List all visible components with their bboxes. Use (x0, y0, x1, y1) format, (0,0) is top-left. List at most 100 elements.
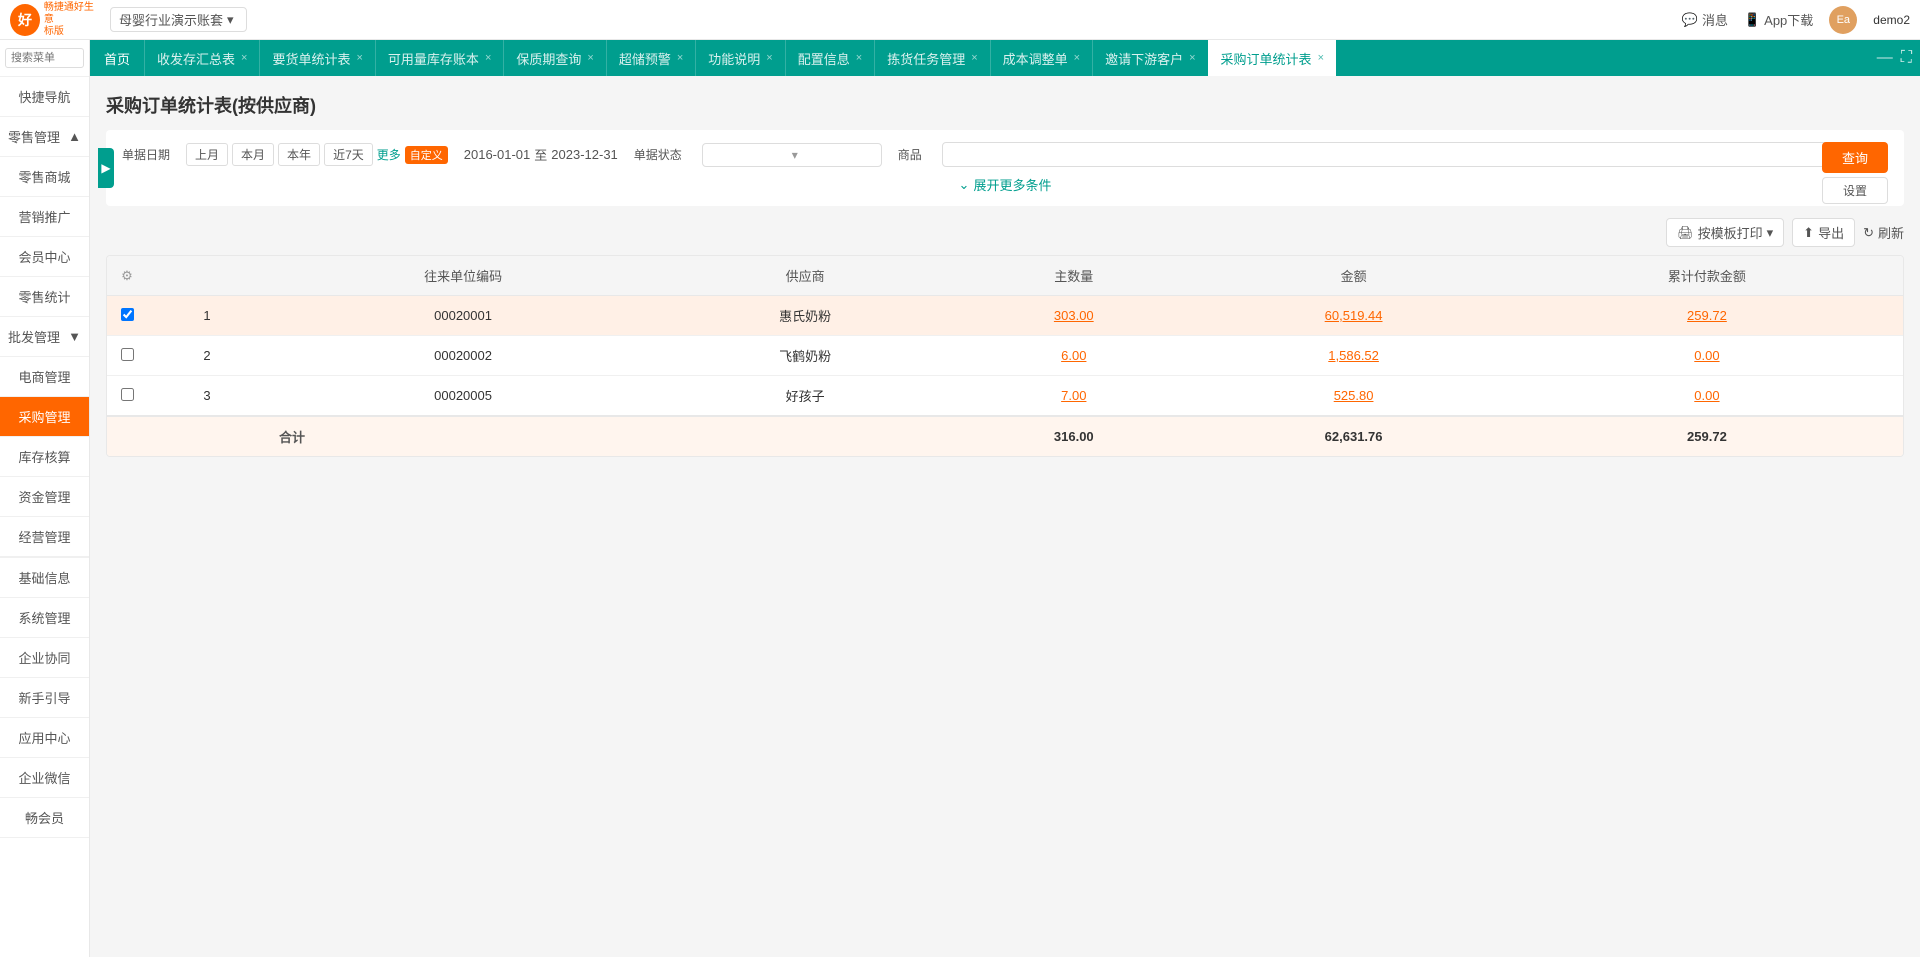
refresh-icon: ↻ (1863, 225, 1874, 241)
tab-invite-downstream[interactable]: 邀请下游客户 × (1092, 40, 1207, 76)
tab-overstock[interactable]: 超储预警 × (606, 40, 695, 76)
tab-overstock-close[interactable]: × (677, 52, 683, 64)
tab-cost-adjust-close[interactable]: × (1074, 52, 1080, 64)
status-dropdown[interactable]: ▾ (702, 143, 882, 167)
tab-config-info-close[interactable]: × (856, 52, 862, 64)
shortcut-this-month[interactable]: 本月 (232, 143, 274, 166)
row-main-qty[interactable]: 7.00 (951, 376, 1196, 417)
export-button[interactable]: ⬆ 导出 (1792, 218, 1855, 247)
operations-label: 经营管理 (18, 527, 70, 546)
retail-mgmt-arrow: ▲ (68, 129, 81, 144)
sidebar-item-retail-mgmt[interactable]: 零售管理 ▲ (0, 117, 89, 157)
tab-function-desc[interactable]: 功能说明 × (695, 40, 784, 76)
sidebar-item-quick-nav[interactable]: 快捷导航 (0, 77, 89, 117)
row-checkbox[interactable] (107, 336, 147, 376)
tab-invite-downstream-close[interactable]: × (1189, 52, 1195, 64)
row-amount[interactable]: 1,586.52 (1196, 336, 1511, 376)
tab-purchase-summary-close[interactable]: × (1318, 52, 1324, 64)
marketing-label: 营销推广 (18, 207, 70, 226)
search-input[interactable] (5, 48, 84, 68)
tab-order-stats[interactable]: 要货单统计表 × (259, 40, 374, 76)
filter-collapse-button[interactable]: ▶ (98, 148, 114, 188)
tab-receive-summary-close[interactable]: × (241, 52, 247, 64)
tab-maximize-button[interactable]: ⛶ (1901, 49, 1912, 67)
tab-purchase-summary[interactable]: 采购订单统计表 × (1208, 40, 1336, 76)
row-checkbox[interactable] (107, 296, 147, 336)
tab-pick-task-close[interactable]: × (971, 52, 977, 64)
sidebar-item-member[interactable]: 会员中心 (0, 237, 89, 277)
member-label: 会员中心 (18, 247, 70, 266)
sidebar-item-purchase[interactable]: 采购管理 (0, 397, 89, 437)
sidebar-item-new-guide[interactable]: 新手引导 (0, 678, 89, 718)
row-unit-code: 00020005 (267, 376, 659, 417)
tab-pick-task[interactable]: 拣货任务管理 × (874, 40, 989, 76)
tab-available-stock-close[interactable]: × (485, 52, 491, 64)
shortcut-this-year[interactable]: 本年 (278, 143, 320, 166)
row-main-qty[interactable]: 6.00 (951, 336, 1196, 376)
tab-available-stock[interactable]: 可用量库存账本 × (375, 40, 503, 76)
tab-expiry-query-close[interactable]: × (587, 52, 593, 64)
sidebar-item-corp-wechat[interactable]: 企业微信 (0, 758, 89, 798)
sidebar-item-finance[interactable]: 资金管理 (0, 477, 89, 517)
row-checkbox[interactable] (107, 376, 147, 417)
sidebar-item-vip[interactable]: 畅会员 (0, 798, 89, 838)
sidebar-item-enterprise[interactable]: 企业协同 (0, 638, 89, 678)
sidebar-item-retail-stats[interactable]: 零售统计 (0, 277, 89, 317)
row-amount[interactable]: 525.80 (1196, 376, 1511, 417)
print-dropdown-icon: ▾ (1767, 225, 1774, 241)
shortcut-last-7-days[interactable]: 近7天 (324, 143, 373, 166)
tab-expiry-query[interactable]: 保质期查询 × (503, 40, 605, 76)
sidebar-item-app-center[interactable]: 应用中心 (0, 718, 89, 758)
query-button[interactable]: 查询 (1822, 142, 1888, 173)
table-row[interactable]: 1 00020001 惠氏奶粉 303.00 60,519.44 259.72 (107, 296, 1903, 336)
sidebar-item-wholesale[interactable]: 批发管理 ▼ (0, 317, 89, 357)
sidebar-item-system[interactable]: 系统管理 (0, 598, 89, 638)
shortcut-last-month[interactable]: 上月 (186, 143, 228, 166)
sidebar-item-inventory[interactable]: 库存核算 (0, 437, 89, 477)
date-shortcuts: 上月 本月 本年 近7天 更多 自定义 (186, 143, 448, 166)
row-main-qty[interactable]: 303.00 (951, 296, 1196, 336)
shortcut-more[interactable]: 更多 (377, 146, 401, 163)
row-paid-amount[interactable]: 0.00 (1511, 376, 1903, 417)
app-icon: 📱 (1744, 12, 1760, 28)
export-label: 导出 (1818, 223, 1844, 242)
tab-config-info-label: 配置信息 (798, 49, 850, 68)
footer-label: 合计 (267, 416, 659, 456)
goods-input[interactable] (951, 148, 1866, 162)
tab-cost-adjust[interactable]: 成本调整单 × (990, 40, 1092, 76)
expand-button[interactable]: ⌄ 展开更多条件 (959, 175, 1052, 194)
app-download-button[interactable]: 📱 App下载 (1744, 10, 1813, 29)
retail-mgmt-label: 零售管理 (8, 127, 60, 146)
basic-info-label: 基础信息 (18, 568, 70, 587)
row-paid-amount[interactable]: 0.00 (1511, 336, 1903, 376)
settings-button[interactable]: 设置 (1822, 177, 1888, 204)
tab-order-stats-close[interactable]: × (356, 52, 362, 64)
table-row[interactable]: 2 00020002 飞鹤奶粉 6.00 1,586.52 0.00 (107, 336, 1903, 376)
sidebar-item-marketing[interactable]: 营销推广 (0, 197, 89, 237)
table-footer-row: 合计 316.00 62,631.76 259.72 (107, 416, 1903, 456)
row-paid-amount[interactable]: 259.72 (1511, 296, 1903, 336)
print-icon: 🖨 (1677, 225, 1694, 241)
tab-config-info[interactable]: 配置信息 × (785, 40, 874, 76)
message-button[interactable]: 💬 消息 (1682, 10, 1728, 29)
col-settings[interactable]: ⚙ (107, 256, 147, 296)
company-selector[interactable]: 母婴行业演示账套 ▾ (110, 7, 247, 32)
sidebar-item-operations[interactable]: 经营管理 (0, 517, 89, 557)
tab-invite-downstream-label: 邀请下游客户 (1105, 49, 1183, 68)
print-button[interactable]: 🖨 按模板打印 ▾ (1666, 218, 1784, 247)
sidebar-item-retail-shop[interactable]: 零售商城 (0, 157, 89, 197)
tab-home[interactable]: 首页 (90, 40, 144, 76)
row-seq: 3 (147, 376, 267, 417)
row-amount[interactable]: 60,519.44 (1196, 296, 1511, 336)
sidebar-item-ecommerce[interactable]: 电商管理 (0, 357, 89, 397)
tab-minimize-button[interactable]: — (1877, 49, 1893, 67)
refresh-button[interactable]: ↻ 刷新 (1863, 223, 1904, 242)
tab-function-desc-label: 功能说明 (708, 49, 760, 68)
tab-function-desc-close[interactable]: × (766, 52, 772, 64)
company-name: 母婴行业演示账套 (119, 10, 223, 29)
sidebar-item-basic-info[interactable]: 基础信息 (0, 557, 89, 598)
table-row[interactable]: 3 00020005 好孩子 7.00 525.80 0.00 (107, 376, 1903, 417)
column-settings-icon[interactable]: ⚙ (121, 268, 133, 283)
date-label: 单据日期 (122, 146, 170, 163)
tab-receive-summary[interactable]: 收发存汇总表 × (144, 40, 259, 76)
